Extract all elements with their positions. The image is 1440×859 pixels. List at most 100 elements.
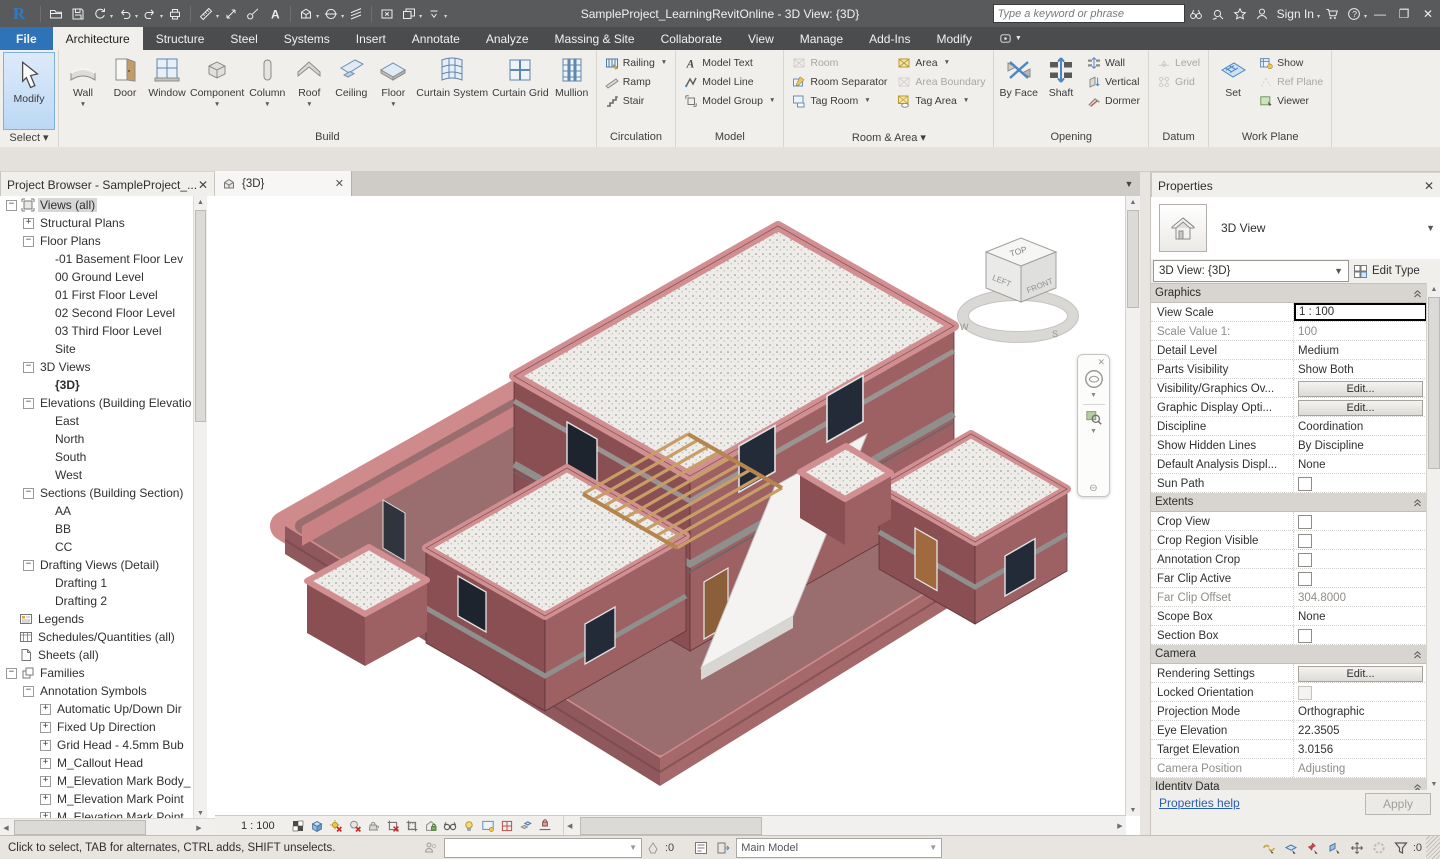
viewcube-west-label[interactable]: W xyxy=(960,322,969,332)
tree-item-drafting-views-detail[interactable]: −Drafting Views (Detail) xyxy=(0,556,215,574)
tab-annotate[interactable]: Annotate xyxy=(399,27,473,50)
panel-select-title[interactable]: Select ▾ xyxy=(0,131,58,147)
close-inactive-icon[interactable] xyxy=(377,5,397,23)
tree-item-sections-building-section[interactable]: −Sections (Building Section) xyxy=(0,484,215,502)
show-button[interactable]: Show xyxy=(1256,53,1326,72)
tree-item-drafting-2[interactable]: Drafting 2 xyxy=(0,592,215,610)
help-dropdown-icon[interactable]: ▾ xyxy=(1364,13,1367,20)
undo-dropdown-icon[interactable]: ▾ xyxy=(135,13,138,20)
tree-expander-icon[interactable]: − xyxy=(23,686,34,697)
panel-build-title[interactable]: Build xyxy=(59,131,596,147)
view-tab-close-icon[interactable]: ✕ xyxy=(335,177,344,190)
far-clip-active-checkbox[interactable] xyxy=(1298,572,1312,586)
tree-item-aa[interactable]: AA xyxy=(0,502,215,520)
wheel-menu-icon[interactable]: ▼ xyxy=(1090,392,1097,399)
tab-insert[interactable]: Insert xyxy=(343,27,399,50)
ribbon-display-toggle[interactable]: ▼ xyxy=(999,27,1022,50)
tab-structure[interactable]: Structure xyxy=(143,27,218,50)
tree-item-01-basement-floor-lev[interactable]: -01 Basement Floor Lev xyxy=(0,250,215,268)
property-value-camera-position[interactable]: Adjusting xyxy=(1294,759,1427,777)
tree-item-01-first-floor-level[interactable]: 01 First Floor Level xyxy=(0,286,215,304)
tab-collaborate[interactable]: Collaborate xyxy=(648,27,735,50)
tree-item-elevations-building-elevatio[interactable]: −Elevations (Building Elevatio xyxy=(0,394,215,412)
redo-dropdown-icon[interactable]: ▾ xyxy=(160,13,163,20)
property-value-discipline[interactable]: Coordination xyxy=(1294,417,1427,435)
default-3d-view-icon[interactable] xyxy=(296,5,316,23)
panel-circulation-title[interactable]: Circulation xyxy=(597,131,676,147)
navbar-minimize-icon[interactable]: ⊖ xyxy=(1089,483,1097,494)
detail-level-icon[interactable] xyxy=(290,818,307,834)
view-cube[interactable]: W S TOP LEFT FRONT xyxy=(954,234,1086,356)
tree-item-grid-head-4-5mm-bub[interactable]: +Grid Head - 4.5mm Bub xyxy=(0,736,215,754)
sign-in-label[interactable]: Sign In xyxy=(1277,7,1314,21)
section-icon[interactable] xyxy=(321,5,341,23)
temporary-view-properties-icon[interactable] xyxy=(480,818,497,834)
tree-expander-icon[interactable]: − xyxy=(23,236,34,247)
tree-item-02-second-floor-level[interactable]: 02 Second Floor Level xyxy=(0,304,215,322)
property-value-scope-box[interactable]: None xyxy=(1294,607,1427,625)
component-dropdown-icon[interactable]: ▼ xyxy=(214,99,220,110)
shaft-button[interactable]: Shaft xyxy=(1040,52,1082,100)
tree-item-structural-plans[interactable]: +Structural Plans xyxy=(0,214,215,232)
select-underlay-icon[interactable] xyxy=(1282,840,1300,856)
model-canvas[interactable]: W S TOP LEFT FRONT ✕ ▼ ▼ ⊖ xyxy=(215,196,1126,816)
visual-style-icon[interactable] xyxy=(309,818,326,834)
ramp-button[interactable]: Ramp xyxy=(602,72,671,91)
tree-item-north[interactable]: North xyxy=(0,430,215,448)
wall-button[interactable]: Wall▼ xyxy=(62,52,104,111)
sign-in-dropdown-icon[interactable]: ▾ xyxy=(1317,13,1320,20)
property-value-sun-path[interactable] xyxy=(1294,474,1427,492)
tab-add-ins[interactable]: Add-Ins xyxy=(856,27,923,50)
tab-modify[interactable]: Modify xyxy=(923,27,984,50)
area-button[interactable]: Area▼ xyxy=(894,53,988,72)
tab-manage[interactable]: Manage xyxy=(787,27,856,50)
tree-expander-icon[interactable]: + xyxy=(40,794,51,805)
annotation-crop-checkbox[interactable] xyxy=(1298,553,1312,567)
sync-dropdown-icon[interactable]: ▾ xyxy=(110,13,113,20)
model-group-dropdown-icon[interactable]: ▼ xyxy=(769,97,775,104)
panel-opening-title[interactable]: Opening xyxy=(994,131,1148,147)
property-value-projection-mode[interactable]: Orthographic xyxy=(1294,702,1427,720)
panel-datum-title[interactable]: Datum xyxy=(1149,131,1208,147)
tree-expander-icon[interactable]: + xyxy=(40,722,51,733)
user-icon[interactable] xyxy=(1252,5,1272,23)
column-dropdown-icon[interactable]: ▼ xyxy=(264,99,270,110)
steering-wheel-icon[interactable] xyxy=(1083,368,1105,390)
property-value-rendering-settings[interactable]: Edit... xyxy=(1294,664,1427,682)
sun-path-checkbox[interactable] xyxy=(1298,477,1312,491)
displacement-sets-icon[interactable] xyxy=(518,818,535,834)
floor-dropdown-icon[interactable]: ▼ xyxy=(390,99,396,110)
tree-item-fixed-up-direction[interactable]: +Fixed Up Direction xyxy=(0,718,215,736)
property-value-scale-value-1[interactable]: 100 xyxy=(1294,322,1427,340)
tree-expander-icon[interactable]: − xyxy=(23,398,34,409)
type-selector[interactable]: 3D View ▼ xyxy=(1151,197,1440,260)
shadows-off-icon[interactable] xyxy=(347,818,364,834)
window-button[interactable]: Window xyxy=(146,52,188,100)
ceiling-button[interactable]: Ceiling xyxy=(330,52,372,100)
view-tabs-menu-icon[interactable]: ▼ xyxy=(1118,171,1140,196)
property-value-parts-visibility[interactable]: Show Both xyxy=(1294,360,1427,378)
project-browser-hscrollbar[interactable]: ◀ ▶ xyxy=(0,818,215,836)
section-box-checkbox[interactable] xyxy=(1298,629,1312,643)
tree-expander-icon[interactable]: − xyxy=(6,668,17,679)
property-value-eye-elevation[interactable]: 22.3505 xyxy=(1294,721,1427,739)
rendering-settings-button[interactable]: Edit... xyxy=(1298,666,1423,682)
tree-item-m-elevation-mark-point[interactable]: +M_Elevation Mark Point xyxy=(0,790,215,808)
sync-icon[interactable] xyxy=(90,5,110,23)
select-pinned-icon[interactable] xyxy=(1304,840,1322,856)
viewport-vscrollbar[interactable]: ▲ ▼ xyxy=(1125,196,1140,816)
viewcube-south-label[interactable]: S xyxy=(1052,329,1058,339)
revit-logo-icon[interactable]: R xyxy=(6,3,32,24)
crop-view-checkbox[interactable] xyxy=(1298,515,1312,529)
design-options-icon[interactable] xyxy=(692,840,710,856)
panel-work-plane-title[interactable]: Work Plane xyxy=(1209,131,1331,147)
tab-file[interactable]: File xyxy=(0,27,53,50)
unlock-view-icon[interactable] xyxy=(423,818,440,834)
tree-expander-icon[interactable]: − xyxy=(23,488,34,499)
tree-expander-icon[interactable]: − xyxy=(6,200,17,211)
tree-item-west[interactable]: West xyxy=(0,466,215,484)
by-face-button[interactable]: By Face xyxy=(997,52,1040,100)
tree-item-automatic-up-down-dir[interactable]: +Automatic Up/Down Dir xyxy=(0,700,215,718)
properties-close-icon[interactable]: ✕ xyxy=(1424,179,1434,193)
measure-icon[interactable] xyxy=(196,5,216,23)
